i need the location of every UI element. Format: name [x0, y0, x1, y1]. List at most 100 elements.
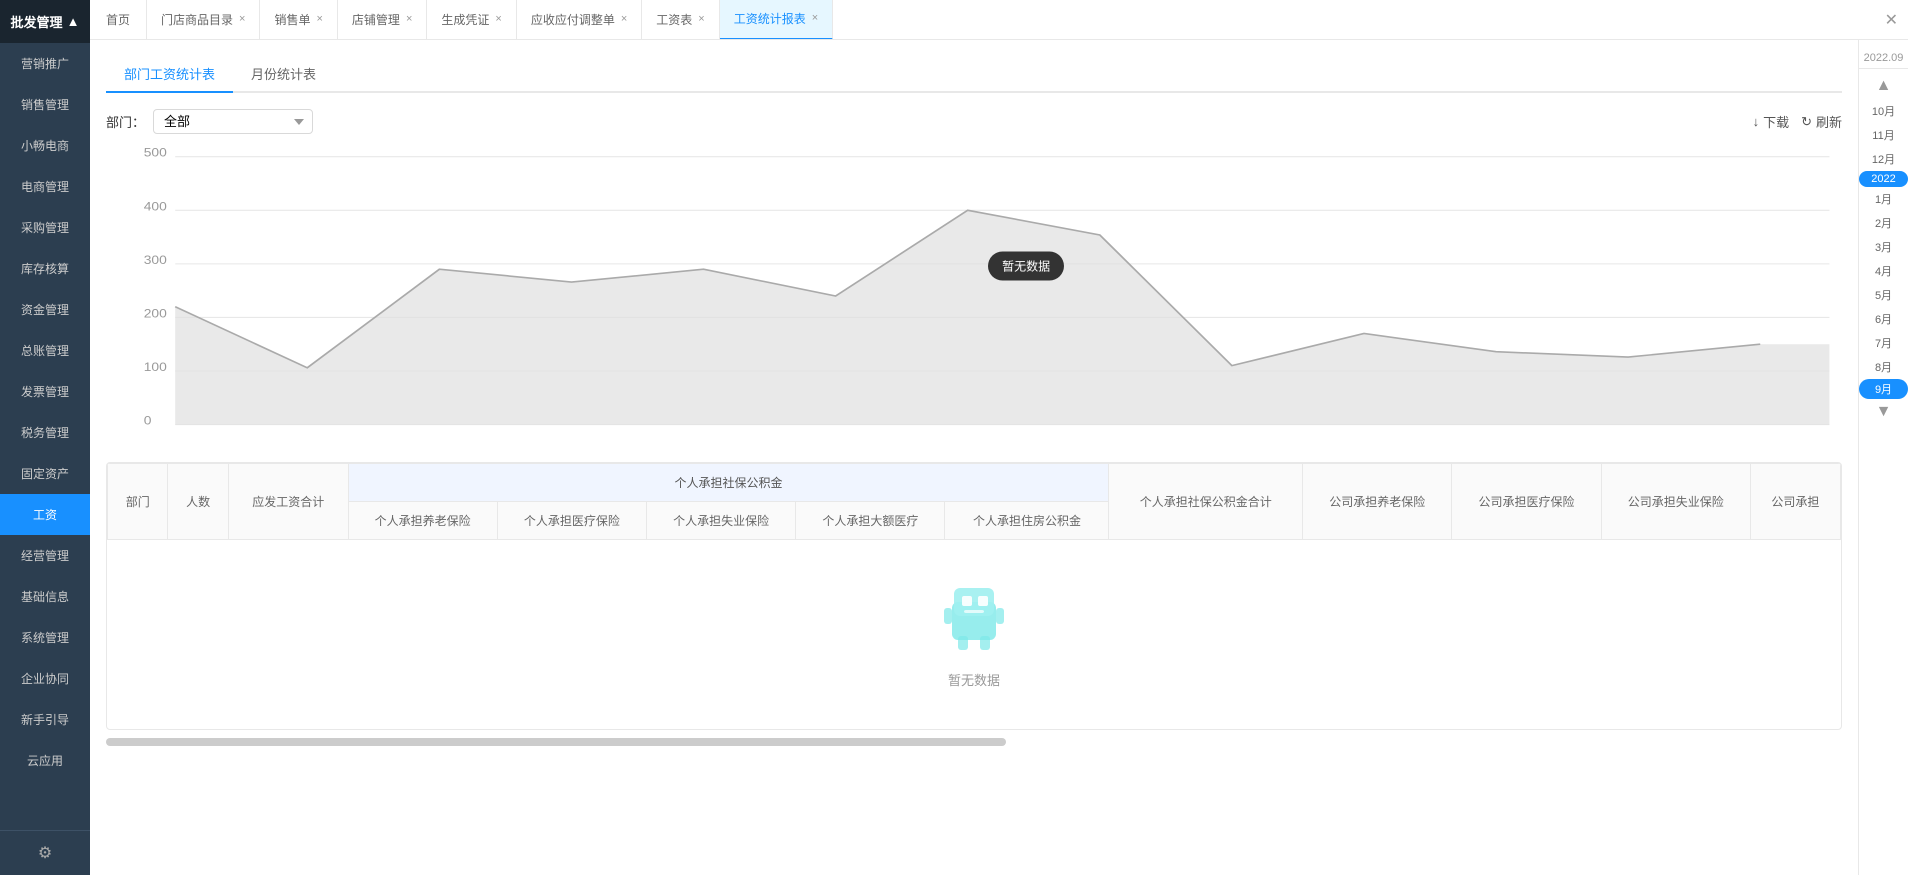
sidebar-header-label: 批发管理	[11, 12, 63, 31]
sidebar-item-finance[interactable]: 资金管理	[0, 289, 90, 330]
sub-tab-month-stats[interactable]: 月份统计表	[233, 56, 334, 93]
sidebar-item-basic-info[interactable]: 基础信息	[0, 576, 90, 617]
table-wrapper: 部门 人数 应发工资合计 个人承担社保公积金 个人承担社保公积金合计 公司承担养…	[106, 462, 1842, 730]
svg-text:100: 100	[144, 360, 167, 374]
svg-text:500: 500	[144, 146, 167, 159]
svg-text:200: 200	[144, 306, 167, 320]
th-personal-insurance: 个人承担社保公积金	[348, 464, 1109, 502]
tab-close-generate-voucher[interactable]: ×	[495, 14, 501, 25]
empty-state: 暂无数据	[107, 540, 1841, 729]
sidebar: 批发管理 ▲ 营销推广 销售管理 小畅电商 电商管理 采购管理 库存核算 资金管…	[0, 0, 90, 875]
page-body: 部门工资统计表 月份统计表 部门： 全部 ↓ 下载	[90, 40, 1858, 875]
th-total-salary: 应发工资合计	[228, 464, 348, 540]
timeline-month-feb[interactable]: 2月	[1859, 211, 1908, 235]
timeline-up-icon[interactable]: ▲	[1876, 77, 1892, 95]
sidebar-item-xiaochang[interactable]: 小畅电商	[0, 125, 90, 166]
timeline-month-aug[interactable]: 8月	[1859, 355, 1908, 379]
timeline-panel: 2022.09 ▲ 10月 11月 12月 2022 1月 2月	[1858, 40, 1908, 875]
sidebar-item-cloud[interactable]: 云应用	[0, 740, 90, 781]
sidebar-item-sales[interactable]: 销售管理	[0, 84, 90, 125]
svg-text:300: 300	[144, 253, 167, 267]
timeline-month-dec[interactable]: 12月	[1859, 147, 1908, 171]
tab-close-all-icon[interactable]: ✕	[1885, 10, 1898, 30]
settings-icon[interactable]: ⚙	[38, 845, 52, 862]
tab-home[interactable]: 首页	[90, 0, 147, 40]
toolbar-left: 部门： 全部	[106, 109, 313, 134]
th-company-medical: 公司承担医疗保险	[1452, 464, 1601, 540]
timeline-date-label: 2022.09	[1859, 48, 1908, 69]
chart-no-data-tooltip: 暂无数据	[988, 252, 1064, 281]
tab-close-payroll[interactable]: ×	[698, 14, 704, 25]
data-table: 部门 人数 应发工资合计 个人承担社保公积金 个人承担社保公积金合计 公司承担养…	[107, 463, 1841, 540]
sidebar-item-operations[interactable]: 经营管理	[0, 535, 90, 576]
sidebar-item-marketing[interactable]: 营销推广	[0, 43, 90, 84]
svg-text:0: 0	[144, 414, 152, 428]
download-button[interactable]: ↓ 下载	[1753, 112, 1790, 131]
timeline-year-2022[interactable]: 2022	[1859, 171, 1908, 187]
sidebar-item-guide[interactable]: 新手引导	[0, 699, 90, 740]
timeline-month-oct[interactable]: 10月	[1859, 99, 1908, 123]
content-area: 部门工资统计表 月份统计表 部门： 全部 ↓ 下载	[90, 40, 1908, 875]
sidebar-footer: ⚙	[0, 830, 90, 875]
dept-select[interactable]: 全部	[153, 109, 313, 134]
sidebar-item-inventory[interactable]: 库存核算	[0, 248, 90, 289]
sidebar-item-ledger[interactable]: 总账管理	[0, 330, 90, 371]
th-personal-medical: 个人承担医疗保险	[497, 502, 646, 540]
tab-sales-order[interactable]: 销售单 ×	[260, 0, 337, 40]
tab-salary-report[interactable]: 工资统计报表 ×	[720, 0, 833, 40]
tab-close-store-catalog[interactable]: ×	[239, 14, 245, 25]
th-count: 人数	[168, 464, 228, 540]
timeline-down-icon[interactable]: ▼	[1876, 403, 1892, 421]
th-personal-housing: 个人承担住房公积金	[945, 502, 1109, 540]
sidebar-item-invoice[interactable]: 发票管理	[0, 371, 90, 412]
th-personal-unemployment: 个人承担失业保险	[646, 502, 795, 540]
th-dept: 部门	[108, 464, 168, 540]
dept-label: 部门：	[106, 112, 145, 131]
timeline-month-apr[interactable]: 4月	[1859, 259, 1908, 283]
sidebar-item-system[interactable]: 系统管理	[0, 617, 90, 658]
timeline-month-jun[interactable]: 6月	[1859, 307, 1908, 331]
tab-shop-manage[interactable]: 店铺管理 ×	[338, 0, 427, 40]
scroll-thumb[interactable]	[106, 738, 1006, 746]
timeline-month-sep[interactable]: 9月	[1859, 379, 1908, 399]
sub-tabs: 部门工资统计表 月份统计表	[106, 56, 1842, 93]
th-company-more: 公司承担	[1750, 464, 1840, 540]
tab-close-shop-manage[interactable]: ×	[406, 14, 412, 25]
sub-tab-dept-stats[interactable]: 部门工资统计表	[106, 56, 233, 93]
sidebar-item-ecommerce[interactable]: 电商管理	[0, 166, 90, 207]
main-area: 首页 门店商品目录 × 销售单 × 店铺管理 × 生成凭证 × 应收应付调整单 …	[90, 0, 1908, 875]
tab-payroll[interactable]: 工资表 ×	[642, 0, 719, 40]
sidebar-item-salary[interactable]: 工资	[0, 494, 90, 535]
timeline-month-may[interactable]: 5月	[1859, 283, 1908, 307]
sidebar-item-collab[interactable]: 企业协同	[0, 658, 90, 699]
sidebar-collapse-icon[interactable]: ▲	[67, 14, 80, 29]
th-personal-major-medical: 个人承担大额医疗	[796, 502, 945, 540]
tab-store-catalog[interactable]: 门店商品目录 ×	[147, 0, 260, 40]
empty-robot-icon	[934, 580, 1014, 660]
timeline-month-jul[interactable]: 7月	[1859, 331, 1908, 355]
download-icon: ↓	[1753, 114, 1760, 129]
sidebar-item-assets[interactable]: 固定资产	[0, 453, 90, 494]
th-company-unemployment: 公司承担失业保险	[1601, 464, 1750, 540]
toolbar: 部门： 全部 ↓ 下载 ↻ 刷新	[106, 109, 1842, 134]
chart-svg: 500 400 300 200 100 0	[106, 146, 1842, 446]
tab-generate-voucher[interactable]: 生成凭证 ×	[427, 0, 516, 40]
tab-bar-end: ✕	[1875, 10, 1908, 30]
tab-close-sales-order[interactable]: ×	[316, 14, 322, 25]
sidebar-item-tax[interactable]: 税务管理	[0, 412, 90, 453]
th-company-pension: 公司承担养老保险	[1303, 464, 1452, 540]
sidebar-item-purchase[interactable]: 采购管理	[0, 207, 90, 248]
svg-text:400: 400	[144, 199, 167, 213]
tab-ar-ap-adjust[interactable]: 应收应付调整单 ×	[517, 0, 642, 40]
tab-close-ar-ap-adjust[interactable]: ×	[621, 14, 627, 25]
sidebar-header[interactable]: 批发管理 ▲	[0, 0, 90, 43]
empty-text: 暂无数据	[948, 670, 1000, 689]
toolbar-right: ↓ 下载 ↻ 刷新	[1753, 112, 1842, 131]
refresh-button[interactable]: ↻ 刷新	[1801, 112, 1842, 131]
tab-close-salary-report[interactable]: ×	[812, 13, 818, 24]
chart-container: 500 400 300 200 100 0	[106, 146, 1842, 446]
th-personal-pension: 个人承担养老保险	[348, 502, 497, 540]
timeline-month-mar[interactable]: 3月	[1859, 235, 1908, 259]
timeline-month-jan[interactable]: 1月	[1859, 187, 1908, 211]
timeline-month-nov[interactable]: 11月	[1859, 123, 1908, 147]
